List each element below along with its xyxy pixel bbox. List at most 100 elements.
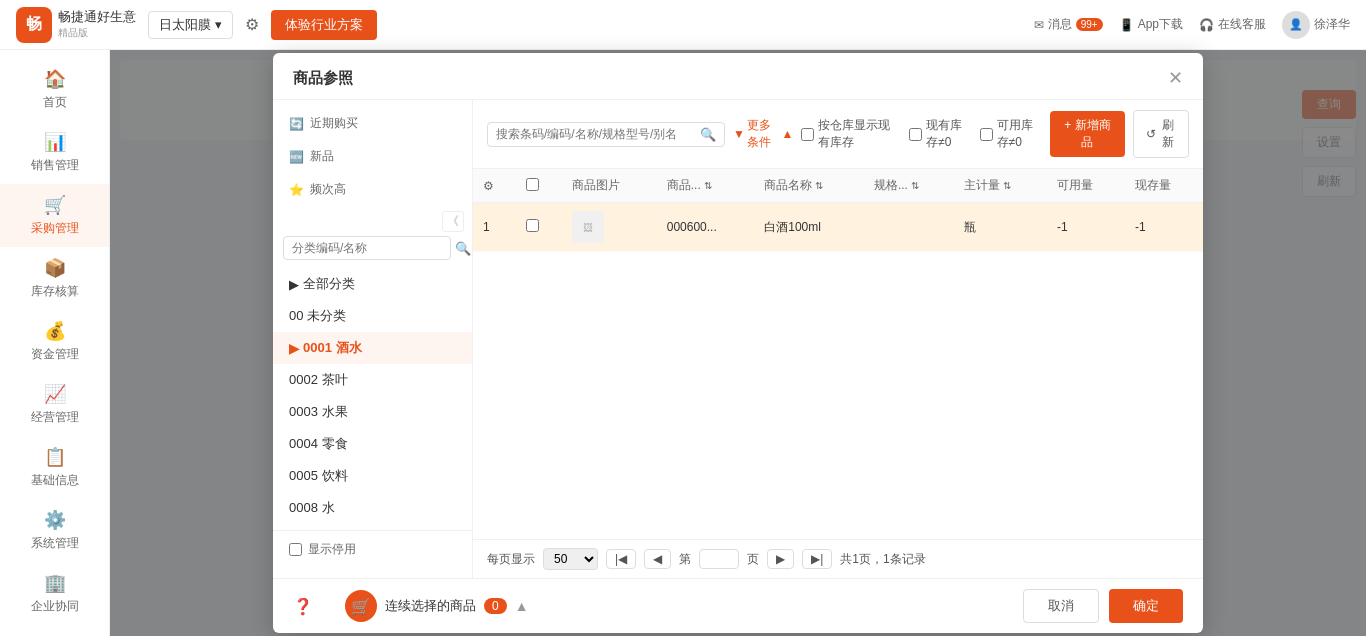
refresh-button[interactable]: ↺ 刷新 (1133, 110, 1189, 158)
filter-icon: ▼ (733, 127, 745, 141)
col-settings[interactable]: ⚙ (473, 169, 516, 203)
inventory-filter-label[interactable]: 现有库存≠0 (909, 117, 971, 151)
star-icon: ⭐ (289, 183, 304, 197)
category-tab-frequent[interactable]: ⭐ 频次高 (283, 176, 462, 203)
category-list: ▶ 全部分类 00 未分类 ▶ 0001 酒水 0002 茶 (273, 268, 472, 530)
col-spec[interactable]: 规格... (864, 169, 954, 203)
store-selector[interactable]: 日太阳膜 ▾ (148, 11, 233, 39)
message-nav-item[interactable]: ✉ 消息 99+ (1034, 16, 1103, 33)
table-row[interactable]: 1 🖼 000600... 白酒100ml (473, 203, 1203, 252)
logo-area: 畅 畅捷通好生意 精品版 (16, 7, 136, 43)
mobile-icon: 📱 (1119, 18, 1134, 32)
app-download-nav-item[interactable]: 📱 App下载 (1119, 16, 1183, 33)
inventory-icon: 📦 (44, 257, 66, 279)
product-search-input[interactable] (496, 127, 696, 141)
sidebar-item-enterprise[interactable]: 🏢 企业协同 (0, 562, 109, 625)
close-icon[interactable]: ✕ (1168, 67, 1183, 89)
col-available: 可用量 (1047, 169, 1125, 203)
available-filter-label[interactable]: 可用库存≠0 (980, 117, 1042, 151)
sidebar-item-sales[interactable]: 📊 销售管理 (0, 121, 109, 184)
col-unit[interactable]: 主计量 (954, 169, 1047, 203)
sales-icon: 📊 (44, 131, 66, 153)
table-scroll[interactable]: ⚙ 商品图片 商品... 商品名称 规格... 主计量 可用量 (473, 169, 1203, 539)
show-disabled-checkbox[interactable] (289, 543, 302, 556)
filter-button[interactable]: ▼ 更多条件 ▲ (733, 117, 793, 151)
category-item-all[interactable]: ▶ 全部分类 (273, 268, 472, 300)
next-page-button[interactable]: ▶ (767, 549, 794, 569)
select-all-checkbox[interactable] (526, 178, 539, 191)
message-badge: 99+ (1076, 18, 1103, 31)
message-icon: ✉ (1034, 18, 1044, 32)
per-page-select[interactable]: 50 100 200 (543, 548, 598, 570)
col-code[interactable]: 商品... (657, 169, 755, 203)
enterprise-icon: 🏢 (44, 572, 66, 594)
category-tab-recent[interactable]: 🔄 近期购买 (283, 110, 462, 137)
footer-buttons: 取消 确定 (1023, 589, 1183, 623)
refresh-icon: ↺ (1146, 127, 1156, 141)
online-service-nav-item[interactable]: 🎧 在线客服 (1199, 16, 1266, 33)
sidebar-item-operations[interactable]: 📈 经营管理 (0, 373, 109, 436)
warehouse-filter-checkbox[interactable] (801, 128, 814, 141)
main-content: 查询 设置 刷新 商品参照 ✕ 🔄 (110, 50, 1366, 636)
sidebar-item-home[interactable]: 🏠 首页 (0, 58, 109, 121)
cart-collapse-icon[interactable]: ▲ (515, 598, 529, 614)
category-item-0008[interactable]: 0008 水 (273, 492, 472, 524)
finance-icon: 💰 (44, 320, 66, 342)
cart-icon[interactable]: 🛒 (345, 590, 377, 622)
category-search-input[interactable] (283, 236, 451, 260)
category-item-0003[interactable]: 0003 水果 (273, 396, 472, 428)
experience-button[interactable]: 体验行业方案 (271, 10, 377, 40)
search-icon[interactable]: 🔍 (700, 127, 716, 142)
content-panel: 🔍 ▼ 更多条件 ▲ 按仓库显示现有库存 (473, 100, 1203, 578)
sidebar-item-newguide[interactable]: 🆕 新手引导 (0, 625, 109, 636)
table-header-row: ⚙ 商品图片 商品... 商品名称 规格... 主计量 可用量 (473, 169, 1203, 203)
col-name[interactable]: 商品名称 (754, 169, 864, 203)
active-arrow-icon: ▶ (289, 341, 299, 356)
add-product-button[interactable]: + 新增商品 (1050, 111, 1125, 157)
user-profile[interactable]: 👤 徐泽华 (1282, 11, 1350, 39)
purchase-icon: 🛒 (44, 194, 66, 216)
warehouse-filter-label[interactable]: 按仓库显示现有库存 (801, 117, 901, 151)
new-icon: 🆕 (289, 150, 304, 164)
inventory-filter-checkbox[interactable] (909, 128, 922, 141)
app-layout: 🏠 首页 📊 销售管理 🛒 采购管理 📦 库存核算 💰 资金管理 📈 经营管理 … (0, 50, 1366, 636)
table-area: ⚙ 商品图片 商品... 商品名称 规格... 主计量 可用量 (473, 169, 1203, 578)
sidebar-item-system[interactable]: ⚙️ 系统管理 (0, 499, 109, 562)
gear-icon[interactable]: ⚙ (245, 15, 259, 34)
expand-arrow-icon: ▶ (289, 277, 299, 292)
available-filter-checkbox[interactable] (980, 128, 993, 141)
category-search-icon[interactable]: 🔍 (455, 241, 471, 256)
product-thumbnail: 🖼 (572, 211, 604, 243)
prev-page-button[interactable]: ◀ (644, 549, 671, 569)
cell-seq: 1 (473, 203, 516, 252)
top-nav: 畅 畅捷通好生意 精品版 日太阳膜 ▾ ⚙ 体验行业方案 ✉ 消息 99+ 📱 … (0, 0, 1366, 50)
col-checkbox (516, 169, 562, 203)
row-checkbox[interactable] (526, 219, 539, 232)
home-icon: 🏠 (44, 68, 66, 90)
cell-checkbox[interactable] (516, 203, 562, 252)
col-stock: 现存量 (1125, 169, 1203, 203)
category-item-0005[interactable]: 0005 饮料 (273, 460, 472, 492)
first-page-button[interactable]: |◀ (606, 549, 636, 569)
page-number-input[interactable]: 1 (699, 549, 739, 569)
sidebar-item-purchase[interactable]: 🛒 采购管理 (0, 184, 109, 247)
category-panel: 🔄 近期购买 🆕 新品 ⭐ 频次高 (273, 100, 473, 578)
cell-available: -1 (1047, 203, 1125, 252)
category-item-0001[interactable]: ▶ 0001 酒水 (273, 332, 472, 364)
cancel-button[interactable]: 取消 (1023, 589, 1099, 623)
show-disabled-area: 显示停用 (273, 530, 472, 568)
sidebar-item-basic[interactable]: 📋 基础信息 (0, 436, 109, 499)
category-item-0004[interactable]: 0004 零食 (273, 428, 472, 460)
category-tab-new[interactable]: 🆕 新品 (283, 143, 462, 170)
category-item-00[interactable]: 00 未分类 (273, 300, 472, 332)
help-icon[interactable]: ❓ (293, 597, 313, 616)
cell-code: 000600... (657, 203, 755, 252)
sidebar-item-finance[interactable]: 💰 资金管理 (0, 310, 109, 373)
search-box: 🔍 (487, 122, 725, 147)
sidebar-item-inventory[interactable]: 📦 库存核算 (0, 247, 109, 310)
last-page-button[interactable]: ▶| (802, 549, 832, 569)
confirm-button[interactable]: 确定 (1109, 589, 1183, 623)
chevron-down-icon: ▾ (215, 17, 222, 32)
category-item-0002[interactable]: 0002 茶叶 (273, 364, 472, 396)
collapse-panel-icon[interactable]: 《 (442, 211, 464, 232)
